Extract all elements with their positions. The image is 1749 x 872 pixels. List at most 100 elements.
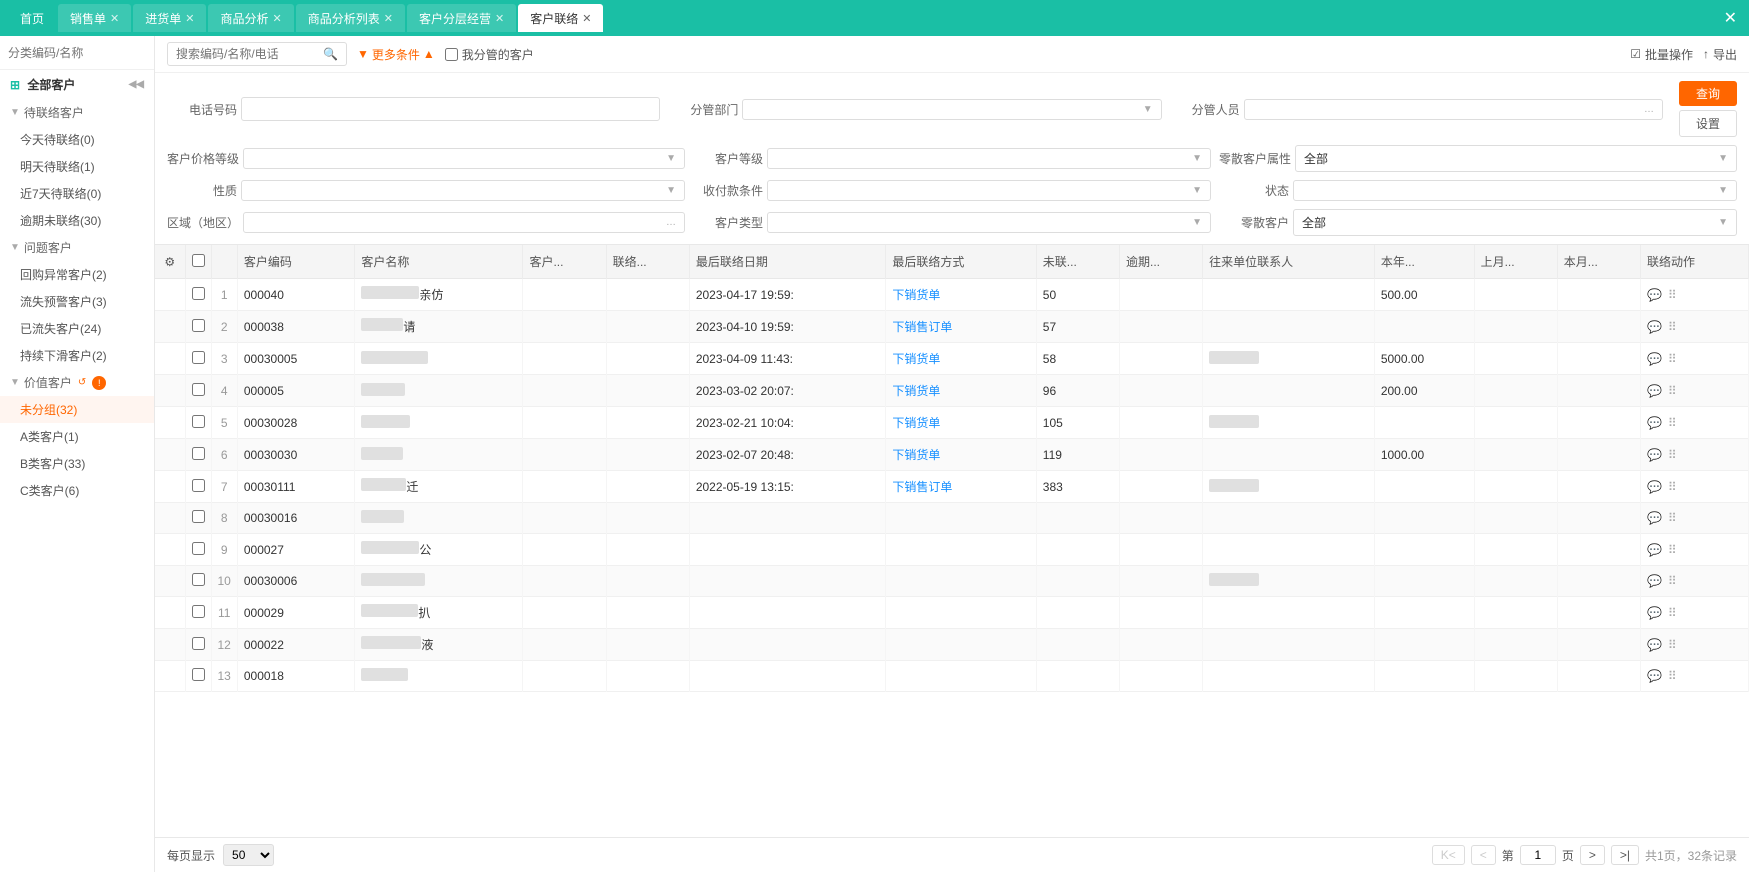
more-conditions-btn[interactable]: ▼ 更多条件 ▲	[357, 46, 435, 63]
contact-method-link[interactable]: 下销售订单	[892, 320, 952, 334]
tab-home[interactable]: 首页	[8, 4, 56, 32]
my-customers-checkbox[interactable]	[445, 48, 458, 61]
last-page-button[interactable]: >|	[1611, 845, 1639, 865]
collapse-sidebar-icon[interactable]: ◀◀	[129, 79, 144, 90]
sidebar-item-class-b[interactable]: B类客户(33)	[0, 450, 154, 477]
batch-ops-button[interactable]: ☑ 批量操作	[1630, 46, 1693, 63]
contact-method-link[interactable]: 下销货单	[892, 384, 940, 398]
sidebar-item-7days-pending[interactable]: 近7天待联络(0)	[0, 180, 154, 207]
sidebar-item-class-a[interactable]: A类客户(1)	[0, 423, 154, 450]
more-actions-icon[interactable]: ⠿	[1668, 638, 1677, 652]
page-size-select[interactable]: 50 100 200	[223, 844, 274, 866]
close-customer-contact-icon[interactable]: ✕	[582, 12, 591, 25]
th-customer-type[interactable]: 客户...	[523, 245, 606, 279]
contact-method-link[interactable]: 下销货单	[892, 288, 940, 302]
window-close-button[interactable]: ✕	[1720, 4, 1741, 32]
th-customer-name[interactable]: 客户名称	[355, 245, 523, 279]
message-icon[interactable]: 💬	[1647, 543, 1662, 557]
next-page-button[interactable]: >	[1580, 845, 1605, 865]
contact-method-link[interactable]: 下销货单	[892, 416, 940, 430]
message-icon[interactable]: 💬	[1647, 574, 1662, 588]
first-page-button[interactable]: K<	[1432, 845, 1465, 865]
filter-price-level-select[interactable]: ▼	[243, 148, 685, 169]
td-checkbox[interactable]	[185, 439, 211, 471]
contact-method-link[interactable]: 下销货单	[892, 352, 940, 366]
sidebar-item-declining[interactable]: 持续下滑客户(2)	[0, 342, 154, 369]
close-product-analysis-icon[interactable]: ✕	[273, 12, 282, 25]
all-customers-item[interactable]: ⊞ 全部客户 ◀◀	[0, 70, 154, 99]
filter-customer-type-select[interactable]: ▼	[767, 212, 1211, 233]
reset-button[interactable]: 设置	[1679, 110, 1737, 137]
sidebar-item-churn-warning[interactable]: 流失预警客户(3)	[0, 288, 154, 315]
sidebar-group-problem[interactable]: ▼ 问题客户	[0, 234, 154, 261]
query-button[interactable]: 查询	[1679, 81, 1737, 106]
td-checkbox[interactable]	[185, 534, 211, 566]
more-actions-icon[interactable]: ⠿	[1668, 606, 1677, 620]
export-button[interactable]: ↑ 导出	[1703, 46, 1737, 63]
th-company-contact[interactable]: 往来单位联系人	[1203, 245, 1375, 279]
th-gear[interactable]: ⚙	[155, 245, 185, 279]
more-actions-icon[interactable]: ⠿	[1668, 352, 1677, 366]
tab-purchase[interactable]: 进货单 ✕	[133, 4, 206, 32]
th-this-year[interactable]: 本年...	[1374, 245, 1474, 279]
message-icon[interactable]: 💬	[1647, 288, 1662, 302]
close-sales-icon[interactable]: ✕	[110, 12, 119, 25]
tab-product-analysis[interactable]: 商品分析 ✕	[208, 4, 293, 32]
message-icon[interactable]: 💬	[1647, 352, 1662, 366]
sidebar-item-unsegmented[interactable]: 未分组(32)	[0, 396, 154, 423]
more-actions-icon[interactable]: ⠿	[1668, 384, 1677, 398]
td-checkbox[interactable]	[185, 375, 211, 407]
filter-status-select[interactable]: ▼	[1293, 180, 1737, 201]
td-checkbox[interactable]	[185, 407, 211, 439]
td-checkbox[interactable]	[185, 311, 211, 343]
filter-retail-attr-select[interactable]: 全部 ▼	[1295, 145, 1737, 172]
td-checkbox[interactable]	[185, 471, 211, 503]
th-overdue[interactable]: 逾期...	[1119, 245, 1202, 279]
more-actions-icon[interactable]: ⠿	[1668, 543, 1677, 557]
refresh-icon[interactable]: ↺	[78, 377, 86, 388]
contact-method-link[interactable]: 下销售订单	[892, 480, 952, 494]
message-icon[interactable]: 💬	[1647, 384, 1662, 398]
sidebar-search-input[interactable]	[8, 46, 155, 60]
td-checkbox[interactable]	[185, 661, 211, 692]
sidebar-item-churned[interactable]: 已流失客户(24)	[0, 315, 154, 342]
more-actions-icon[interactable]: ⠿	[1668, 416, 1677, 430]
filter-phone-input[interactable]	[241, 97, 660, 121]
th-action[interactable]: 联络动作	[1640, 245, 1748, 279]
message-icon[interactable]: 💬	[1647, 638, 1662, 652]
filter-nature-select[interactable]: ▼	[241, 180, 685, 201]
message-icon[interactable]: 💬	[1647, 416, 1662, 430]
filter-retail-select[interactable]: 全部 ▼	[1293, 209, 1737, 236]
more-actions-icon[interactable]: ⠿	[1668, 320, 1677, 334]
close-purchase-icon[interactable]: ✕	[185, 12, 194, 25]
sidebar-item-overdue-no-contact[interactable]: 逾期未联络(30)	[0, 207, 154, 234]
sidebar-group-pending[interactable]: ▼ 待联络客户	[0, 99, 154, 126]
th-this-month[interactable]: 本月...	[1557, 245, 1640, 279]
more-actions-icon[interactable]: ⠿	[1668, 511, 1677, 525]
sidebar-item-abnormal-repurchase[interactable]: 回购异常客户(2)	[0, 261, 154, 288]
message-icon[interactable]: 💬	[1647, 669, 1662, 683]
filter-dept-select[interactable]: ▼	[742, 99, 1161, 120]
prev-page-button[interactable]: <	[1471, 845, 1496, 865]
filter-region-select[interactable]: …	[243, 212, 685, 233]
my-customers-checkbox-item[interactable]: 我分管的客户	[445, 46, 534, 63]
th-customer-code[interactable]: 客户编码	[237, 245, 354, 279]
more-actions-icon[interactable]: ⠿	[1668, 288, 1677, 302]
tab-customer-contact[interactable]: 客户联络 ✕	[518, 4, 603, 32]
main-search-input[interactable]	[176, 47, 319, 61]
more-actions-icon[interactable]: ⠿	[1668, 448, 1677, 462]
more-actions-icon[interactable]: ⠿	[1668, 669, 1677, 683]
main-search-icon[interactable]: 🔍	[323, 47, 338, 61]
td-checkbox[interactable]	[185, 343, 211, 375]
message-icon[interactable]: 💬	[1647, 480, 1662, 494]
td-checkbox[interactable]	[185, 503, 211, 534]
close-product-list-icon[interactable]: ✕	[384, 12, 393, 25]
contact-method-link[interactable]: 下销货单	[892, 448, 940, 462]
th-contact[interactable]: 联络...	[606, 245, 689, 279]
tab-sales[interactable]: 销售单 ✕	[58, 4, 131, 32]
th-days-no-contact[interactable]: 未联...	[1036, 245, 1119, 279]
more-actions-icon[interactable]: ⠿	[1668, 480, 1677, 494]
sidebar-item-today-pending[interactable]: 今天待联络(0)	[0, 126, 154, 153]
tab-product-list[interactable]: 商品分析列表 ✕	[296, 4, 405, 32]
td-checkbox[interactable]	[185, 629, 211, 661]
